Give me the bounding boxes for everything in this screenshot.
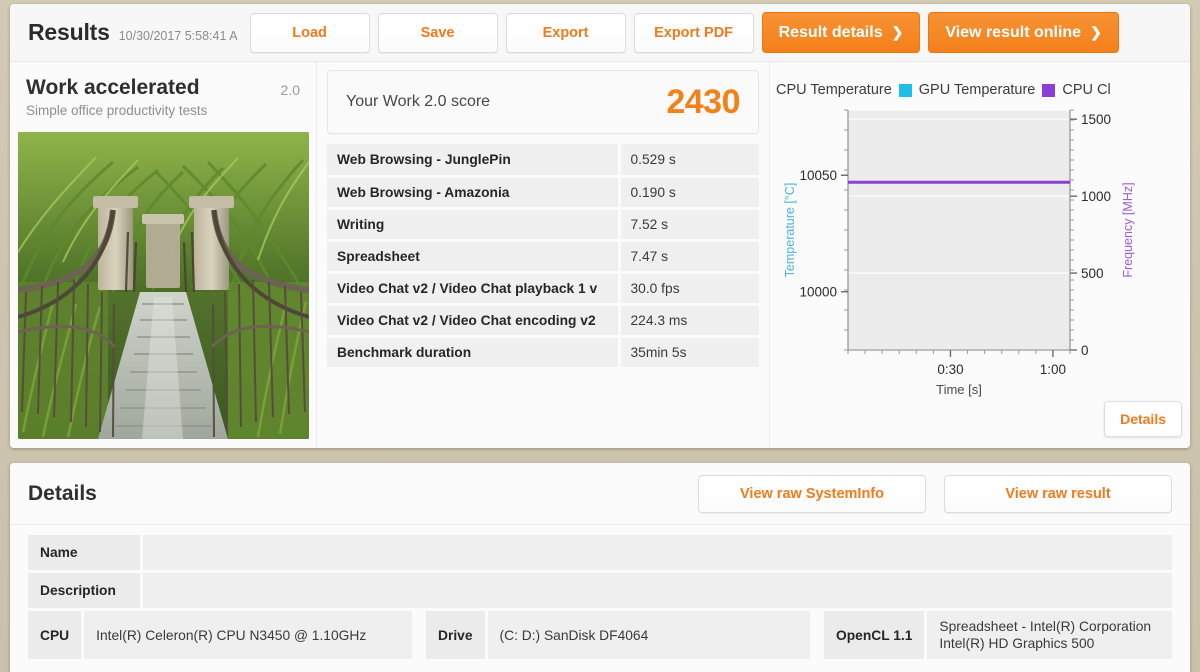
y-axis-right-tick: 1500 [1081, 112, 1111, 127]
chevron-right-icon: ❯ [891, 24, 904, 40]
hardware-value-opencl: Spreadsheet - Intel(R) Corporation Intel… [927, 611, 1172, 660]
test-subtitle: Simple office productivity tests [26, 103, 208, 119]
results-table: Web Browsing - JunglePin 0.529 s Web Brows… [327, 144, 759, 370]
details-field-row: Name [28, 535, 1172, 570]
details-button-group: View raw SystemInfo View raw result [698, 474, 1172, 513]
results-card: Results 10/30/2017 5:58:41 A Load Save E… [10, 4, 1190, 448]
view-result-online-label: View result online [945, 23, 1082, 41]
table-row[interactable]: Spreadsheet 7.47 s [327, 240, 759, 272]
load-button[interactable]: Load [249, 12, 370, 53]
chart-svg: 10000 10050Temperature [°C] 0 500 1000 1500 Fr… [783, 109, 1135, 397]
result-details-button[interactable]: Result details ❯ [761, 12, 921, 53]
result-details-label: Result details [778, 23, 883, 41]
result-value: 35min 5s [630, 344, 687, 360]
legend-swatch-gpu-temperature [898, 83, 912, 97]
table-row[interactable]: Writing 7.52 s [327, 208, 759, 240]
hardware-value-cpu: Intel(R) Celeron(R) CPU N3450 @ 1.10GHz [84, 611, 412, 660]
legend-label-cpu-temperature: CPU Temperature [776, 82, 892, 98]
jungle-bridge-image [18, 132, 309, 440]
header-button-group: Load Save Export Export PDF Result detai… [249, 12, 1119, 53]
x-axis-label: Time [s] [936, 382, 982, 397]
score-value: 2430 [666, 82, 740, 121]
test-version: 2.0 [280, 82, 300, 98]
y-axis-left-label: Temperature [°C] [783, 183, 797, 278]
details-field-key: Name [28, 535, 140, 570]
result-name: Video Chat v2 / Video Chat encoding v2 [327, 304, 621, 336]
result-name: Web Browsing - Amazonia [327, 176, 621, 208]
view-raw-systeminfo-button[interactable]: View raw SystemInfo [698, 474, 926, 513]
results-header: Results 10/30/2017 5:58:41 A Load Save E… [10, 4, 1190, 62]
result-name: Writing [327, 208, 621, 240]
chevron-right-icon: ❯ [1090, 24, 1102, 40]
y-axis-left-tick: 10050 [799, 168, 837, 183]
test-header: Work accelerated Simple office productiv… [10, 62, 316, 124]
result-name: Web Browsing - JunglePin [327, 144, 621, 176]
y-axis-right-tick: 1000 [1081, 189, 1111, 204]
result-value: 224.3 ms [630, 312, 688, 328]
table-row[interactable]: Web Browsing - Amazonia 0.190 s [327, 176, 759, 208]
legend-label-gpu-temperature: GPU Temperature [918, 82, 1036, 98]
score-label: Your Work 2.0 score [346, 93, 491, 110]
table-row[interactable]: Benchmark duration 35min 5s [327, 336, 759, 368]
legend-item-gpu-temperature[interactable]: GPU Temperature [898, 82, 1036, 98]
x-axis-tick: 1:00 [1040, 362, 1066, 377]
page-title: Results [28, 19, 110, 45]
results-title-block: Results 10/30/2017 5:58:41 A [28, 19, 238, 46]
hardware-key-cpu: CPU [28, 611, 82, 660]
export-button[interactable]: Export [505, 12, 626, 53]
results-body: Work accelerated Simple office productiv… [10, 62, 1190, 448]
legend-item-cpu-clock[interactable]: CPU Cl [1042, 82, 1111, 98]
details-field-value-description[interactable] [143, 573, 1172, 608]
details-fields: Name Description [10, 525, 1190, 608]
result-name: Benchmark duration [327, 336, 621, 368]
x-axis-tick: 0:30 [937, 362, 963, 377]
table-row[interactable]: Video Chat v2 / Video Chat playback 1 v 3… [327, 272, 759, 304]
view-raw-result-button[interactable]: View raw result [944, 474, 1172, 513]
benchmark-thumbnail [18, 132, 309, 440]
table-row[interactable]: Web Browsing - JunglePin 0.529 s [327, 144, 759, 176]
legend-swatch-cpu-clock [1042, 83, 1056, 97]
chart-legend: CPU Temperature GPU Temperature CPU Cl [770, 70, 1190, 98]
result-timestamp: 10/30/2017 5:58:41 A [118, 29, 238, 43]
monitoring-chart-column: CPU Temperature GPU Temperature CPU Cl 1… [770, 62, 1190, 448]
hardware-cell-cpu: CPU Intel(R) Celeron(R) CPU N3450 @ 1.10… [28, 611, 412, 660]
details-card: Details View raw SystemInfo View raw res… [10, 463, 1190, 672]
result-value: 0.190 s [630, 184, 676, 200]
y-axis-right-label: Frequency [MHz] [1121, 182, 1135, 277]
export-pdf-button[interactable]: Export PDF [633, 12, 754, 53]
monitoring-chart[interactable]: 10000 10050 Temperature [°C] 0 500 1000 1500 Fr… [770, 98, 1190, 416]
y-axis-right-tick: 0 [1081, 343, 1089, 358]
details-field-value-name[interactable] [143, 535, 1172, 570]
result-value: 7.52 s [630, 216, 669, 232]
score-box: Your Work 2.0 score 2430 [327, 70, 759, 134]
details-header: Details View raw SystemInfo View raw res… [10, 463, 1190, 525]
legend-item-cpu-temperature[interactable]: CPU Temperature [776, 82, 892, 98]
test-info-column: Work accelerated Simple office productiv… [10, 62, 317, 448]
table-row[interactable]: Video Chat v2 / Video Chat encoding v2 22… [327, 304, 759, 336]
hardware-key-opencl: OpenCL 1.1 [824, 611, 925, 660]
save-button[interactable]: Save [377, 12, 498, 53]
test-name: Work accelerated [26, 76, 200, 99]
results-table-body: Web Browsing - JunglePin 0.529 s Web Brows… [327, 144, 759, 368]
y-axis-left-tick: 10000 [799, 285, 837, 300]
result-value: 7.47 s [630, 248, 669, 264]
hardware-key-drive: Drive [426, 611, 485, 660]
hardware-summary-row: CPU Intel(R) Celeron(R) CPU N3450 @ 1.10… [10, 611, 1190, 660]
legend-label-cpu-clock: CPU Cl [1062, 82, 1111, 98]
hardware-value-drive: (C: D:) SanDisk DF4064 [487, 611, 810, 660]
result-value: 30.0 fps [630, 280, 680, 296]
hardware-cell-opencl: OpenCL 1.1 Spreadsheet - Intel(R) Corpor… [824, 611, 1172, 660]
view-result-online-button[interactable]: View result online ❯ [928, 12, 1119, 53]
hardware-cell-drive: Drive (C: D:) SanDisk DF4064 [426, 611, 810, 660]
score-column: Your Work 2.0 score 2430 Web Browsing - … [317, 62, 770, 448]
result-name: Video Chat v2 / Video Chat playback 1 v [327, 272, 621, 304]
result-name: Spreadsheet [327, 240, 621, 272]
details-field-row: Description [28, 573, 1172, 608]
details-field-key: Description [28, 573, 140, 608]
result-value: 0.529 s [630, 151, 676, 167]
chart-details-button[interactable]: Details [1104, 401, 1182, 437]
y-axis-right-tick: 500 [1081, 266, 1104, 281]
details-title: Details [28, 481, 97, 505]
